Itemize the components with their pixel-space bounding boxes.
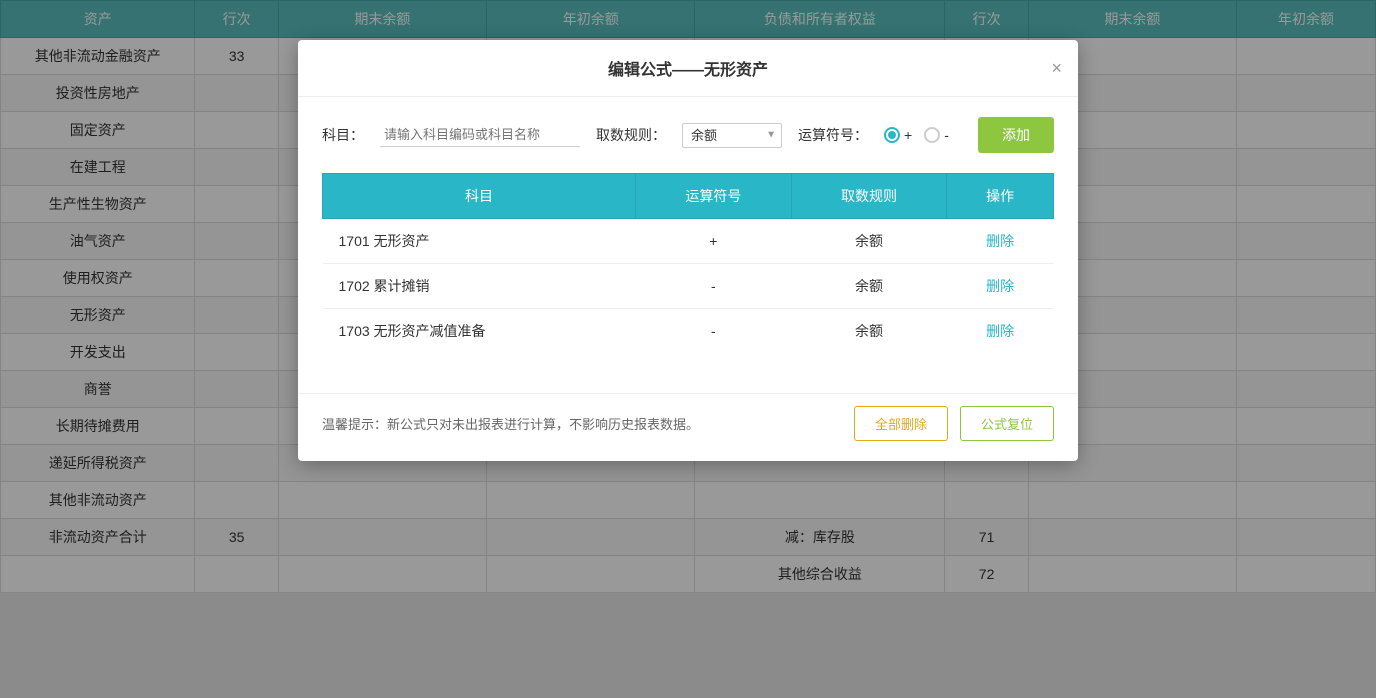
subject-label: 科目： [322,125,364,145]
modal-title: 编辑公式——无形资产 [608,62,768,79]
cell-formula-rule: 余额 [791,309,947,354]
radio-circle-minus [924,127,940,143]
radio-circle-plus [884,127,900,143]
th-operator: 运算符号 [636,174,792,219]
cell-formula-action: 删除 [947,309,1054,354]
cell-formula-rule: 余额 [791,264,947,309]
rule-label: 取数规则： [596,125,666,145]
modal-body: 科目： 取数规则： 余额 借方 贷方 借方发生额 贷方发生额 ▼ 运算符号 [298,97,1078,393]
cell-formula-action: 删除 [947,219,1054,264]
rule-select-wrap: 余额 借方 贷方 借方发生额 贷方发生额 ▼ [682,123,782,148]
th-rule: 取数规则 [791,174,947,219]
rule-select[interactable]: 余额 借方 贷方 借方发生额 贷方发生额 [682,123,782,148]
modal-close-button[interactable]: × [1051,59,1062,77]
reset-formula-button[interactable]: 公式复位 [960,406,1054,441]
modal-overlay: 编辑公式——无形资产 × 科目： 取数规则： 余额 借方 贷方 借方发生额 [0,0,1376,698]
formula-row: 1703 无形资产减值准备 - 余额 删除 [323,309,1054,354]
cell-formula-action: 删除 [947,264,1054,309]
add-button[interactable]: 添加 [978,117,1054,153]
cell-formula-subject: 1701 无形资产 [323,219,636,264]
footer-tip: 温馨提示：新公式只对未出报表进行计算，不影响历史报表数据。 [322,414,699,433]
cell-formula-operator: - [636,309,792,354]
operator-radio-group: + - [884,127,949,143]
formula-table: 科目 运算符号 取数规则 操作 1701 无形资产 + 余额 删除 1702 累… [322,173,1054,353]
delete-row-button[interactable]: 删除 [986,276,1014,296]
form-row: 科目： 取数规则： 余额 借方 贷方 借方发生额 贷方发生额 ▼ 运算符号 [322,117,1054,153]
th-subject: 科目 [323,174,636,219]
radio-minus[interactable]: - [924,127,949,143]
delete-row-button[interactable]: 删除 [986,231,1014,251]
operator-label: 运算符号： [798,125,868,145]
radio-plus-label: + [904,127,912,143]
cell-formula-rule: 余额 [791,219,947,264]
formula-row: 1701 无形资产 + 余额 删除 [323,219,1054,264]
cell-formula-subject: 1703 无形资产减值准备 [323,309,636,354]
radio-minus-label: - [944,127,949,143]
subject-input[interactable] [380,123,580,147]
modal-footer: 温馨提示：新公式只对未出报表进行计算，不影响历史报表数据。 全部删除 公式复位 [298,393,1078,461]
cell-formula-subject: 1702 累计摊销 [323,264,636,309]
th-action: 操作 [947,174,1054,219]
delete-all-button[interactable]: 全部删除 [854,406,948,441]
footer-buttons: 全部删除 公式复位 [854,406,1054,441]
modal-header: 编辑公式——无形资产 × [298,40,1078,97]
cell-formula-operator: - [636,264,792,309]
edit-formula-modal: 编辑公式——无形资产 × 科目： 取数规则： 余额 借方 贷方 借方发生额 [298,40,1078,461]
page-wrapper: 资产 行次 期末余额 年初余额 负债和所有者权益 行次 期末余额 年初余额 其他… [0,0,1376,698]
formula-row: 1702 累计摊销 - 余额 删除 [323,264,1054,309]
table-header-row: 科目 运算符号 取数规则 操作 [323,174,1054,219]
delete-row-button[interactable]: 删除 [986,321,1014,341]
cell-formula-operator: + [636,219,792,264]
radio-plus[interactable]: + [884,127,912,143]
